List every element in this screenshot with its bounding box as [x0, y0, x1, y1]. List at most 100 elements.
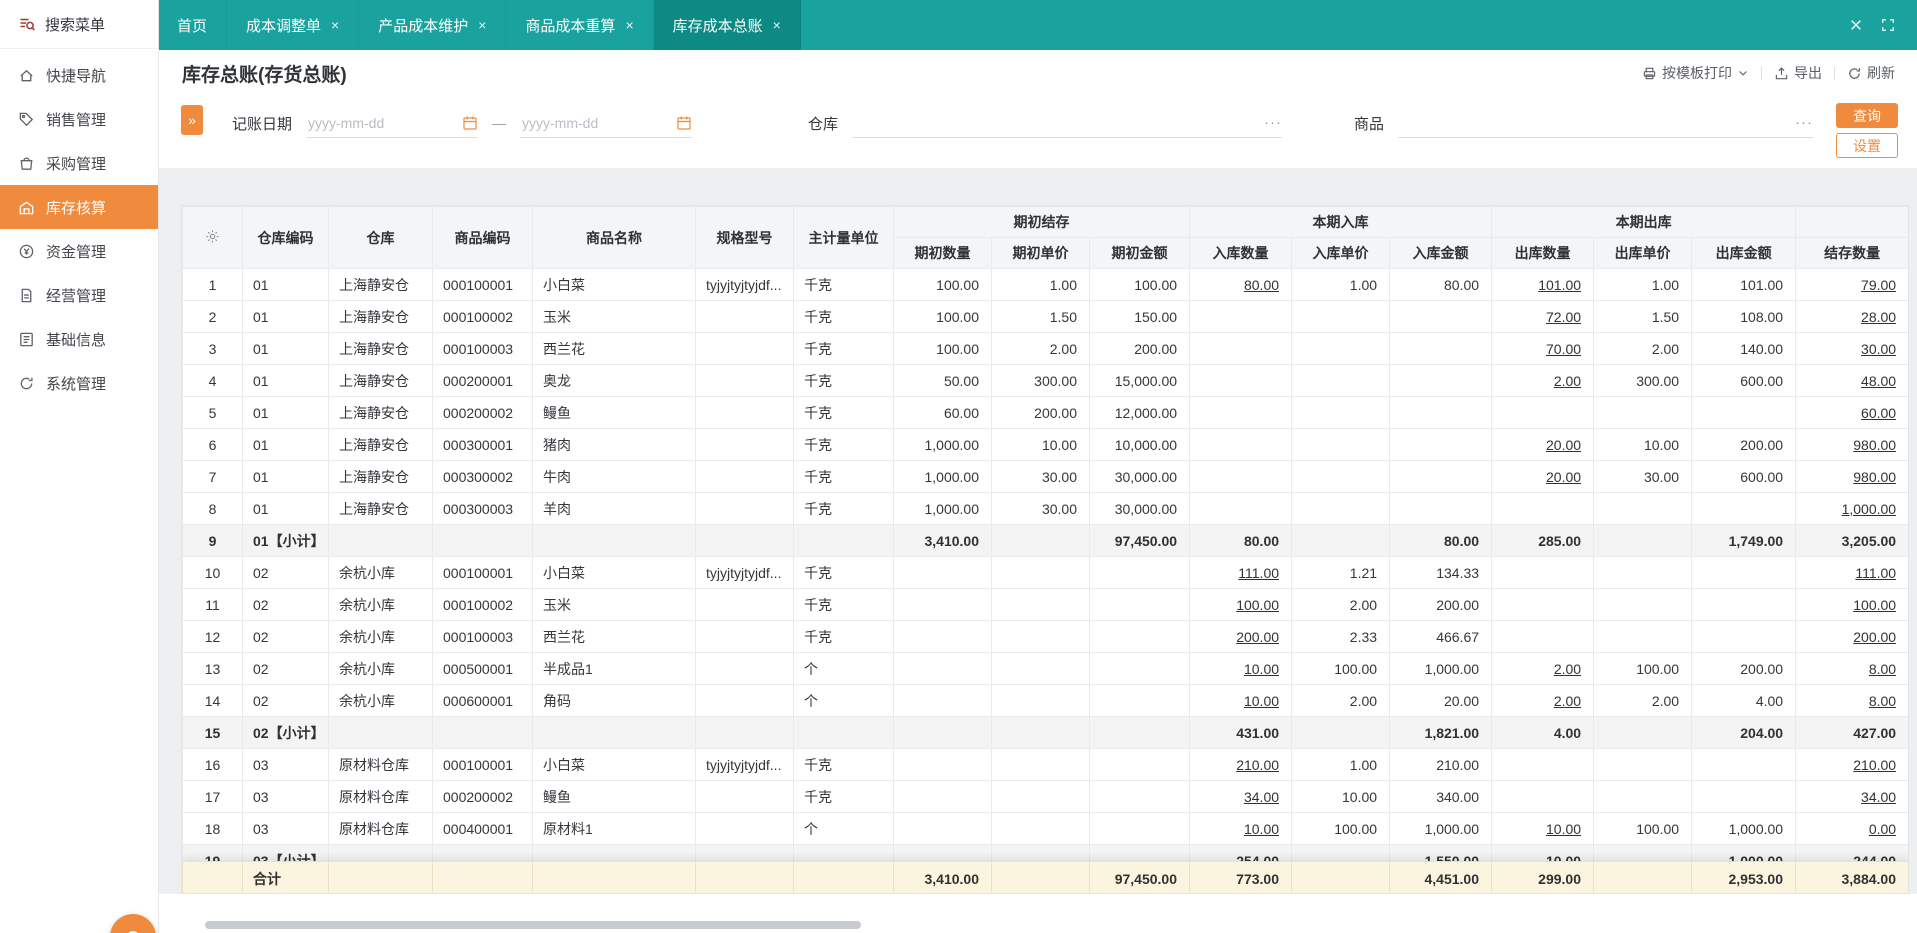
- table-row[interactable]: 7 01 上海静安仓 000300002 牛肉 千克 1,000.00 30.00 30,000…: [182, 460, 1908, 493]
- col-header-in-price[interactable]: 入库单价: [1291, 237, 1391, 269]
- col-header-begin-amount[interactable]: 期初金额: [1088, 237, 1191, 269]
- drilldown-link[interactable]: 111.00: [1855, 565, 1896, 581]
- table-row[interactable]: 16 03 原材料仓库 000100001 小白菜 tyjyjtyjtyjdf... 千克 2…: [182, 748, 1908, 781]
- sidebar-item-funds[interactable]: 资金管理: [0, 229, 158, 273]
- drilldown-link[interactable]: 111.00: [1238, 565, 1279, 581]
- drilldown-link[interactable]: 2.00: [1554, 661, 1581, 677]
- drilldown-link[interactable]: 72.00: [1546, 309, 1581, 325]
- date-to-input[interactable]: [520, 109, 693, 138]
- sidebar-item-system[interactable]: 系统管理: [0, 361, 158, 405]
- table-row[interactable]: 1 01 上海静安仓 000100001 小白菜 tyjyjtyjtyjdf... 千克 10…: [182, 268, 1908, 301]
- close-all-tabs-button[interactable]: [1849, 18, 1863, 32]
- drilldown-link[interactable]: 10.00: [1244, 693, 1279, 709]
- col-header-begin-qty[interactable]: 期初数量: [893, 237, 992, 269]
- date-from-input[interactable]: [306, 109, 479, 138]
- table-row[interactable]: 10 02 余杭小库 000100001 小白菜 tyjyjtyjtyjdf... 千克 11…: [182, 556, 1908, 589]
- drilldown-link[interactable]: 8.00: [1869, 661, 1896, 677]
- table-row[interactable]: 11 02 余杭小库 000100002 玉米 千克 100.00 2.00 200.00 100…: [182, 588, 1908, 621]
- tab-close-icon[interactable]: ×: [773, 18, 781, 32]
- tab-cost-recalc[interactable]: 商品成本重算 ×: [506, 0, 654, 50]
- drilldown-link[interactable]: 210.00: [1853, 757, 1896, 773]
- table-row[interactable]: 12 02 余杭小库 000100003 西兰花 千克 200.00 2.33 466.67 20…: [182, 620, 1908, 653]
- query-button[interactable]: 查询: [1836, 103, 1898, 128]
- col-header-unit[interactable]: 主计量单位: [793, 206, 894, 269]
- drilldown-link[interactable]: 8.00: [1869, 693, 1896, 709]
- tab-close-icon[interactable]: ×: [625, 18, 633, 32]
- tab-inventory-ledger[interactable]: 库存成本总账 ×: [653, 0, 801, 50]
- print-template-button[interactable]: 按模板打印: [1642, 63, 1749, 83]
- drilldown-link[interactable]: 34.00: [1861, 789, 1896, 805]
- drilldown-link[interactable]: 210.00: [1236, 757, 1279, 773]
- drilldown-link[interactable]: 200.00: [1853, 629, 1896, 645]
- product-field[interactable]: [1398, 113, 1790, 132]
- drilldown-link[interactable]: 10.00: [1244, 661, 1279, 677]
- drilldown-link[interactable]: 980.00: [1853, 469, 1896, 485]
- drilldown-link[interactable]: 34.00: [1244, 789, 1279, 805]
- fullscreen-icon[interactable]: [1881, 18, 1895, 32]
- table-row[interactable]: 13 02 余杭小库 000500001 半成品1 个 10.00 100.00 1,000.0…: [182, 652, 1908, 685]
- column-settings-header[interactable]: [182, 206, 243, 269]
- col-header-product-code[interactable]: 商品编码: [432, 206, 533, 269]
- col-header-product-name[interactable]: 商品名称: [532, 206, 696, 269]
- export-button[interactable]: 导出: [1774, 63, 1822, 83]
- tab-close-icon[interactable]: ×: [478, 18, 486, 32]
- table-row[interactable]: 18 03 原材料仓库 000400001 原材料1 个 10.00 100.00 1,000.…: [182, 812, 1908, 845]
- expand-filters-button[interactable]: »: [181, 105, 203, 135]
- drilldown-link[interactable]: 2.00: [1554, 373, 1581, 389]
- drilldown-link[interactable]: 80.00: [1244, 277, 1279, 293]
- drilldown-link[interactable]: 10.00: [1244, 821, 1279, 837]
- drilldown-link[interactable]: 30.00: [1861, 341, 1896, 357]
- drilldown-link[interactable]: 100.00: [1236, 597, 1279, 613]
- col-header-spec[interactable]: 规格型号: [695, 206, 794, 269]
- sidebar-item-operations[interactable]: 经营管理: [0, 273, 158, 317]
- more-icon[interactable]: ···: [1789, 114, 1813, 131]
- table-row[interactable]: 5 01 上海静安仓 000200002 鳗鱼 千克 60.00 200.00 12,000.0…: [182, 396, 1908, 429]
- horizontal-scrollbar[interactable]: [205, 921, 861, 929]
- drilldown-link[interactable]: 100.00: [1853, 597, 1896, 613]
- subtotal-row[interactable]: 15 02【小计】 431.00 1,821.00 4.00 204.00 427.00: [182, 716, 1908, 749]
- col-header-balance-qty[interactable]: 结存数量: [1795, 237, 1908, 269]
- drilldown-link[interactable]: 0.00: [1869, 821, 1896, 837]
- drilldown-link[interactable]: 980.00: [1853, 437, 1896, 453]
- drilldown-link[interactable]: 1,000.00: [1842, 501, 1897, 517]
- table-row[interactable]: 4 01 上海静安仓 000200001 奥龙 千克 50.00 300.00 15,000.0…: [182, 364, 1908, 397]
- sidebar-item-inventory[interactable]: 库存核算: [0, 185, 158, 229]
- col-header-in-qty[interactable]: 入库数量: [1189, 237, 1293, 269]
- table-row[interactable]: 2 01 上海静安仓 000100002 玉米 千克 100.00 1.50 150.00 72.…: [182, 300, 1908, 333]
- drilldown-link[interactable]: 48.00: [1861, 373, 1896, 389]
- table-row[interactable]: 8 01 上海静安仓 000300003 羊肉 千克 1,000.00 30.00 30,000…: [182, 492, 1908, 525]
- drilldown-link[interactable]: 20.00: [1546, 469, 1581, 485]
- drilldown-link[interactable]: 60.00: [1861, 405, 1896, 421]
- drilldown-link[interactable]: 20.00: [1546, 437, 1581, 453]
- drilldown-link[interactable]: 10.00: [1546, 821, 1581, 837]
- sidebar-item-sales[interactable]: 销售管理: [0, 97, 158, 141]
- col-header-out-price[interactable]: 出库单价: [1593, 237, 1693, 269]
- calendar-icon[interactable]: [462, 115, 478, 131]
- tab-cost-adjustment[interactable]: 成本调整单 ×: [227, 0, 360, 50]
- table-row[interactable]: 14 02 余杭小库 000600001 角码个 10.00 2.00 20.00 2.00 2.…: [182, 684, 1908, 717]
- drilldown-link[interactable]: 70.00: [1546, 341, 1581, 357]
- date-from-field[interactable]: [306, 113, 463, 132]
- settings-button[interactable]: 设置: [1836, 133, 1898, 158]
- sidebar-search[interactable]: 搜索菜单: [0, 0, 158, 49]
- sidebar-item-base-info[interactable]: 基础信息: [0, 317, 158, 361]
- sidebar-item-quick-nav[interactable]: 快捷导航: [0, 53, 158, 97]
- sidebar-item-purchase[interactable]: 采购管理: [0, 141, 158, 185]
- table-row[interactable]: 6 01 上海静安仓 000300001 猪肉 千克 1,000.00 10.00 10,000…: [182, 428, 1908, 461]
- tab-product-cost-maint[interactable]: 产品成本维护 ×: [359, 0, 507, 50]
- table-row[interactable]: 17 03 原材料仓库 000200002 鳗鱼 千克 34.00 10.00 340.00 34…: [182, 780, 1908, 813]
- subtotal-row[interactable]: 9 01【小计】 3,410.00 97,450.00 80.00 80.00 285.00…: [182, 524, 1908, 557]
- warehouse-field[interactable]: [852, 113, 1259, 132]
- col-header-warehouse[interactable]: 仓库: [328, 206, 433, 269]
- calendar-icon[interactable]: [676, 115, 692, 131]
- col-header-begin-price[interactable]: 期初单价: [991, 237, 1090, 269]
- drilldown-link[interactable]: 200.00: [1236, 629, 1279, 645]
- tab-close-icon[interactable]: ×: [331, 18, 339, 32]
- col-header-in-amount[interactable]: 入库金额: [1389, 237, 1493, 269]
- drilldown-link[interactable]: 101.00: [1538, 277, 1581, 293]
- more-icon[interactable]: ···: [1258, 114, 1282, 131]
- col-header-warehouse-code[interactable]: 仓库编码: [242, 206, 329, 269]
- date-to-field[interactable]: [520, 113, 677, 132]
- drilldown-link[interactable]: 2.00: [1554, 693, 1581, 709]
- drilldown-link[interactable]: 28.00: [1861, 309, 1896, 325]
